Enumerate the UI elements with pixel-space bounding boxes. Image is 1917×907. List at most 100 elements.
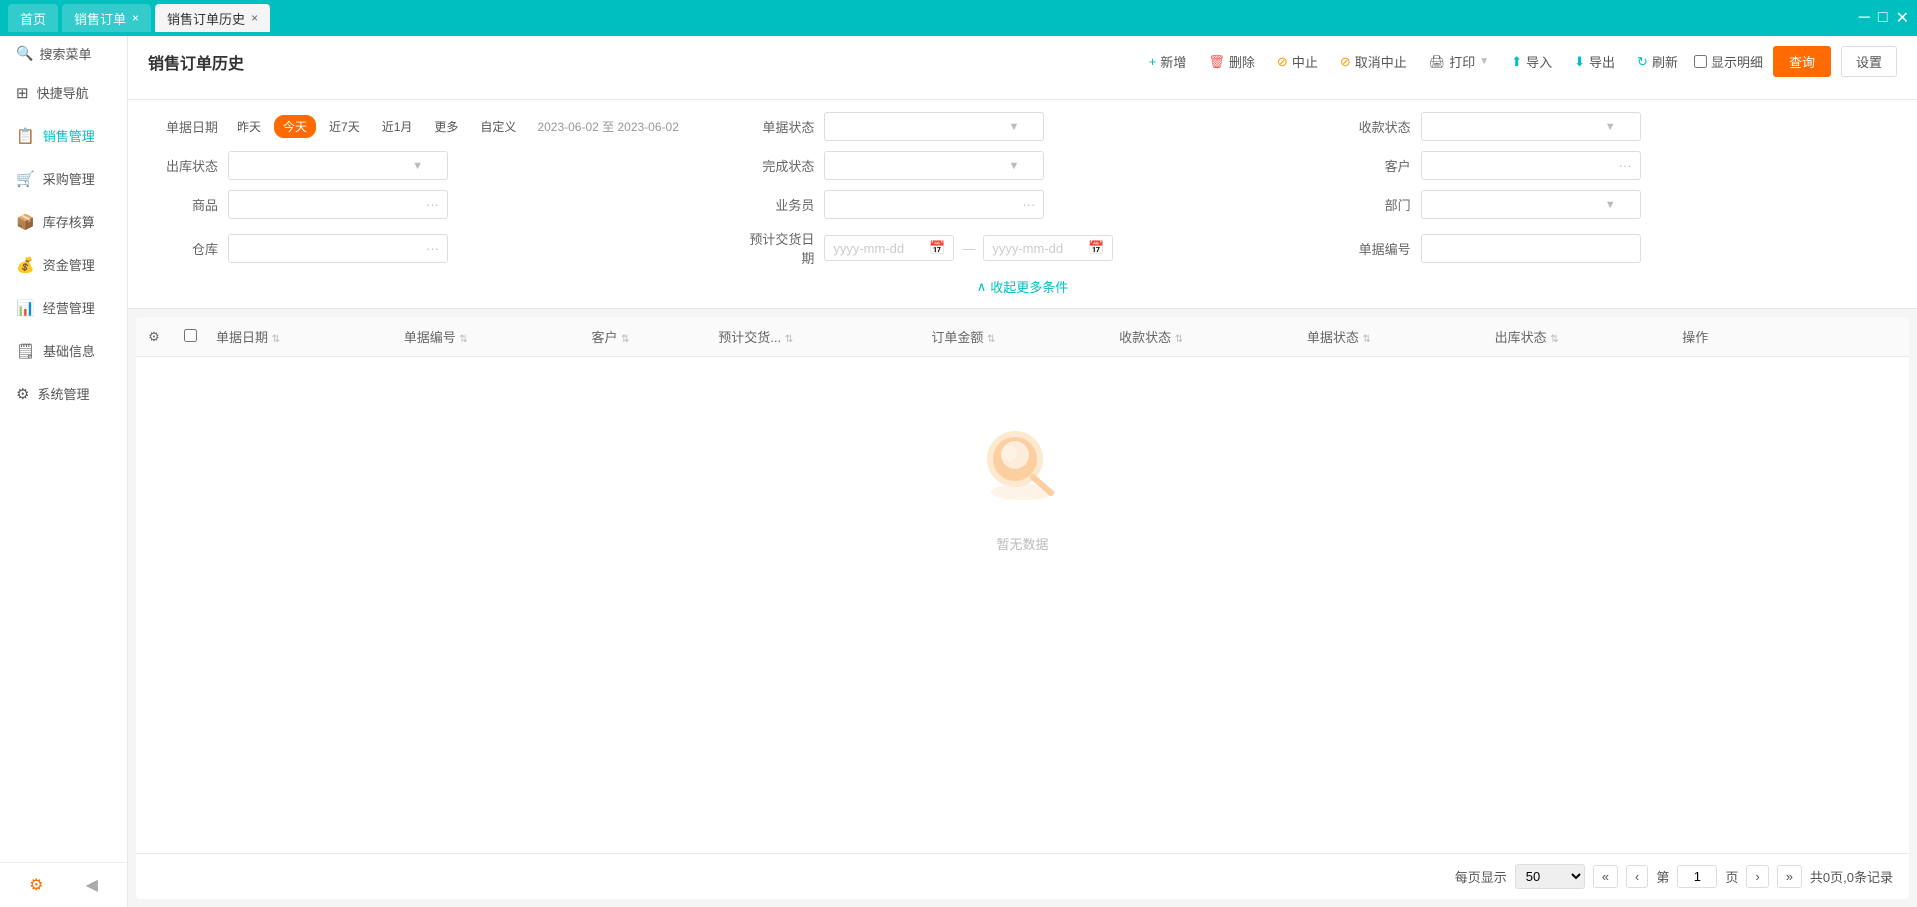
- first-page-button[interactable]: «: [1593, 865, 1618, 888]
- sidebar-settings-icon[interactable]: ⚙: [29, 875, 43, 895]
- new-button[interactable]: + 新增: [1143, 48, 1193, 75]
- last-page-button[interactable]: »: [1777, 865, 1802, 888]
- per-page-select[interactable]: 10 20 50 100: [1515, 864, 1585, 889]
- sidebar-item-inventory-label: 库存核算: [43, 212, 95, 231]
- th-no-sort: ⇅: [459, 334, 467, 345]
- sidebar-item-finance[interactable]: 💰 资金管理: [0, 243, 127, 286]
- pay-status-filter-control: ▼: [1421, 112, 1897, 141]
- delivery-date-to[interactable]: yyyy-mm-dd 📅: [983, 235, 1113, 261]
- setting-button[interactable]: 设置: [1841, 46, 1897, 77]
- collapse-label: 收起更多条件: [990, 277, 1068, 296]
- out-status-select-value: [237, 156, 250, 175]
- complete-status-select[interactable]: ▼: [824, 151, 1044, 180]
- th-out-status-sort: ⇅: [1550, 334, 1558, 345]
- sidebar-item-operations[interactable]: 📊 经营管理: [0, 286, 127, 329]
- sidebar-item-quick-nav-label: 快捷导航: [37, 83, 89, 102]
- date-btn-7days[interactable]: 近7天: [320, 115, 369, 138]
- sidebar-item-purchase-mgmt[interactable]: 🛒 采购管理: [0, 157, 127, 200]
- calendar-from-icon[interactable]: 📅: [929, 240, 945, 256]
- import-button[interactable]: ⬆ 导入: [1505, 48, 1558, 75]
- th-checkbox[interactable]: [172, 317, 208, 357]
- filter-row-2: 出库状态 ▼ 完成状态 ▼ 客户: [148, 151, 1897, 180]
- th-out-status[interactable]: 出库状态 ⇅: [1487, 317, 1675, 357]
- out-status-select[interactable]: ▼: [228, 151, 448, 180]
- sidebar-item-quick-nav[interactable]: ⊞ 快捷导航: [0, 71, 127, 114]
- maximize-btn[interactable]: □: [1878, 9, 1888, 27]
- table-wrapper: ⚙ 单据日期 ⇅ 单据编号 ⇅ 客户 ⇅ 预计交货... ⇅ 订单金额 ⇅ 收款…: [136, 317, 1909, 853]
- sidebar-item-sales-mgmt-label: 销售管理: [43, 126, 95, 145]
- calendar-to-icon[interactable]: 📅: [1088, 240, 1104, 256]
- export-button[interactable]: ⬇ 导出: [1568, 48, 1621, 75]
- th-pay-status[interactable]: 收款状态 ⇅: [1111, 317, 1299, 357]
- date-btn-today[interactable]: 今天: [274, 115, 316, 138]
- sidebar-item-inventory[interactable]: 📦 库存核算: [0, 200, 127, 243]
- table-area: ⚙ 单据日期 ⇅ 单据编号 ⇅ 客户 ⇅ 预计交货... ⇅ 订单金额 ⇅ 收款…: [136, 317, 1909, 899]
- cancel-stop-icon: ⊘: [1340, 54, 1351, 70]
- warehouse-label: 仓库: [148, 239, 228, 258]
- print-label: 打印: [1449, 52, 1475, 71]
- th-order-status[interactable]: 单据状态 ⇅: [1299, 317, 1487, 357]
- th-delivery[interactable]: 预计交货... ⇅: [710, 317, 923, 357]
- new-icon: +: [1149, 54, 1157, 69]
- sidebar-collapse-icon[interactable]: ◀: [86, 875, 98, 895]
- page-title: 销售订单历史: [148, 50, 244, 86]
- main-content: 销售订单历史 + 新增 🗑 删除 ⊘ 中止 ⊘ 取消中止: [128, 36, 1917, 907]
- tab-sales-order-close[interactable]: ×: [132, 11, 139, 25]
- date-btn-custom[interactable]: 自定义: [471, 115, 525, 138]
- th-customer[interactable]: 客户 ⇅: [583, 317, 710, 357]
- show-detail-input[interactable]: [1694, 55, 1707, 68]
- sidebar-item-sys-mgmt[interactable]: ⚙ 系统管理: [0, 372, 127, 415]
- th-amount-sort: ⇅: [987, 334, 995, 345]
- tab-sales-order-history-close[interactable]: ×: [251, 11, 258, 25]
- date-separator: —: [962, 241, 975, 256]
- minimize-btn[interactable]: ─: [1859, 9, 1870, 27]
- date-btn-more[interactable]: 更多: [425, 115, 467, 138]
- prev-page-button[interactable]: ‹: [1626, 865, 1648, 888]
- status-select[interactable]: ▼: [824, 112, 1044, 141]
- delivery-date-from[interactable]: yyyy-mm-dd 📅: [824, 235, 954, 261]
- close-btn[interactable]: ✕: [1896, 8, 1909, 28]
- tab-sales-order[interactable]: 销售订单 ×: [62, 4, 151, 32]
- stop-button[interactable]: ⊘ 中止: [1271, 48, 1324, 75]
- print-button[interactable]: 🖨 打印 ▼: [1423, 48, 1495, 75]
- warehouse-input[interactable]: ···: [228, 234, 448, 263]
- th-operation: 操作: [1674, 317, 1909, 357]
- collapse-button[interactable]: ∧ 收起更多条件: [148, 277, 1897, 296]
- show-detail-checkbox[interactable]: 显示明细: [1694, 52, 1763, 71]
- th-settings[interactable]: ⚙: [136, 317, 172, 357]
- refresh-button[interactable]: ↻ 刷新: [1631, 48, 1684, 75]
- new-label: 新增: [1160, 52, 1186, 71]
- dept-select[interactable]: ▼: [1421, 190, 1641, 219]
- empty-svg: [973, 417, 1073, 507]
- salesperson-input[interactable]: ···: [824, 190, 1044, 219]
- tab-sales-order-history[interactable]: 销售订单历史 ×: [155, 4, 270, 32]
- query-button[interactable]: 查询: [1773, 46, 1831, 77]
- goods-input[interactable]: ···: [228, 190, 448, 219]
- sidebar-item-basic-info[interactable]: 🗒 基础信息: [0, 329, 127, 372]
- customer-placeholder: [1430, 156, 1443, 175]
- next-page-button[interactable]: ›: [1746, 865, 1768, 888]
- data-table: ⚙ 单据日期 ⇅ 单据编号 ⇅ 客户 ⇅ 预计交货... ⇅ 订单金额 ⇅ 收款…: [136, 317, 1909, 357]
- search-menu[interactable]: 🔍 搜索菜单: [0, 36, 127, 71]
- dept-filter-control: ▼: [1421, 190, 1897, 219]
- page-number-input[interactable]: [1677, 865, 1717, 888]
- stop-icon: ⊘: [1277, 54, 1288, 70]
- tab-home[interactable]: 首页: [8, 4, 58, 32]
- pay-status-select[interactable]: ▼: [1421, 112, 1641, 141]
- sidebar-item-sales-mgmt[interactable]: 📋 销售管理: [0, 114, 127, 157]
- chevron-up-icon: ∧: [977, 279, 987, 295]
- customer-input[interactable]: ···: [1421, 151, 1641, 180]
- select-all-checkbox[interactable]: [184, 329, 197, 342]
- date-btn-yesterday[interactable]: 昨天: [228, 115, 270, 138]
- customer-ellipsis-icon: ···: [1619, 158, 1632, 173]
- cancel-stop-button[interactable]: ⊘ 取消中止: [1334, 48, 1413, 75]
- delete-button[interactable]: 🗑 删除: [1202, 48, 1261, 75]
- th-amount[interactable]: 订单金额 ⇅: [923, 317, 1111, 357]
- th-no[interactable]: 单据编号 ⇅: [396, 317, 584, 357]
- th-date[interactable]: 单据日期 ⇅: [208, 317, 396, 357]
- order-no-input[interactable]: [1421, 234, 1641, 263]
- date-btn-1month[interactable]: 近1月: [373, 115, 422, 138]
- warehouse-filter-control: ···: [228, 234, 704, 263]
- th-operation-label: 操作: [1682, 330, 1708, 345]
- sales-mgmt-icon: 📋: [16, 127, 35, 145]
